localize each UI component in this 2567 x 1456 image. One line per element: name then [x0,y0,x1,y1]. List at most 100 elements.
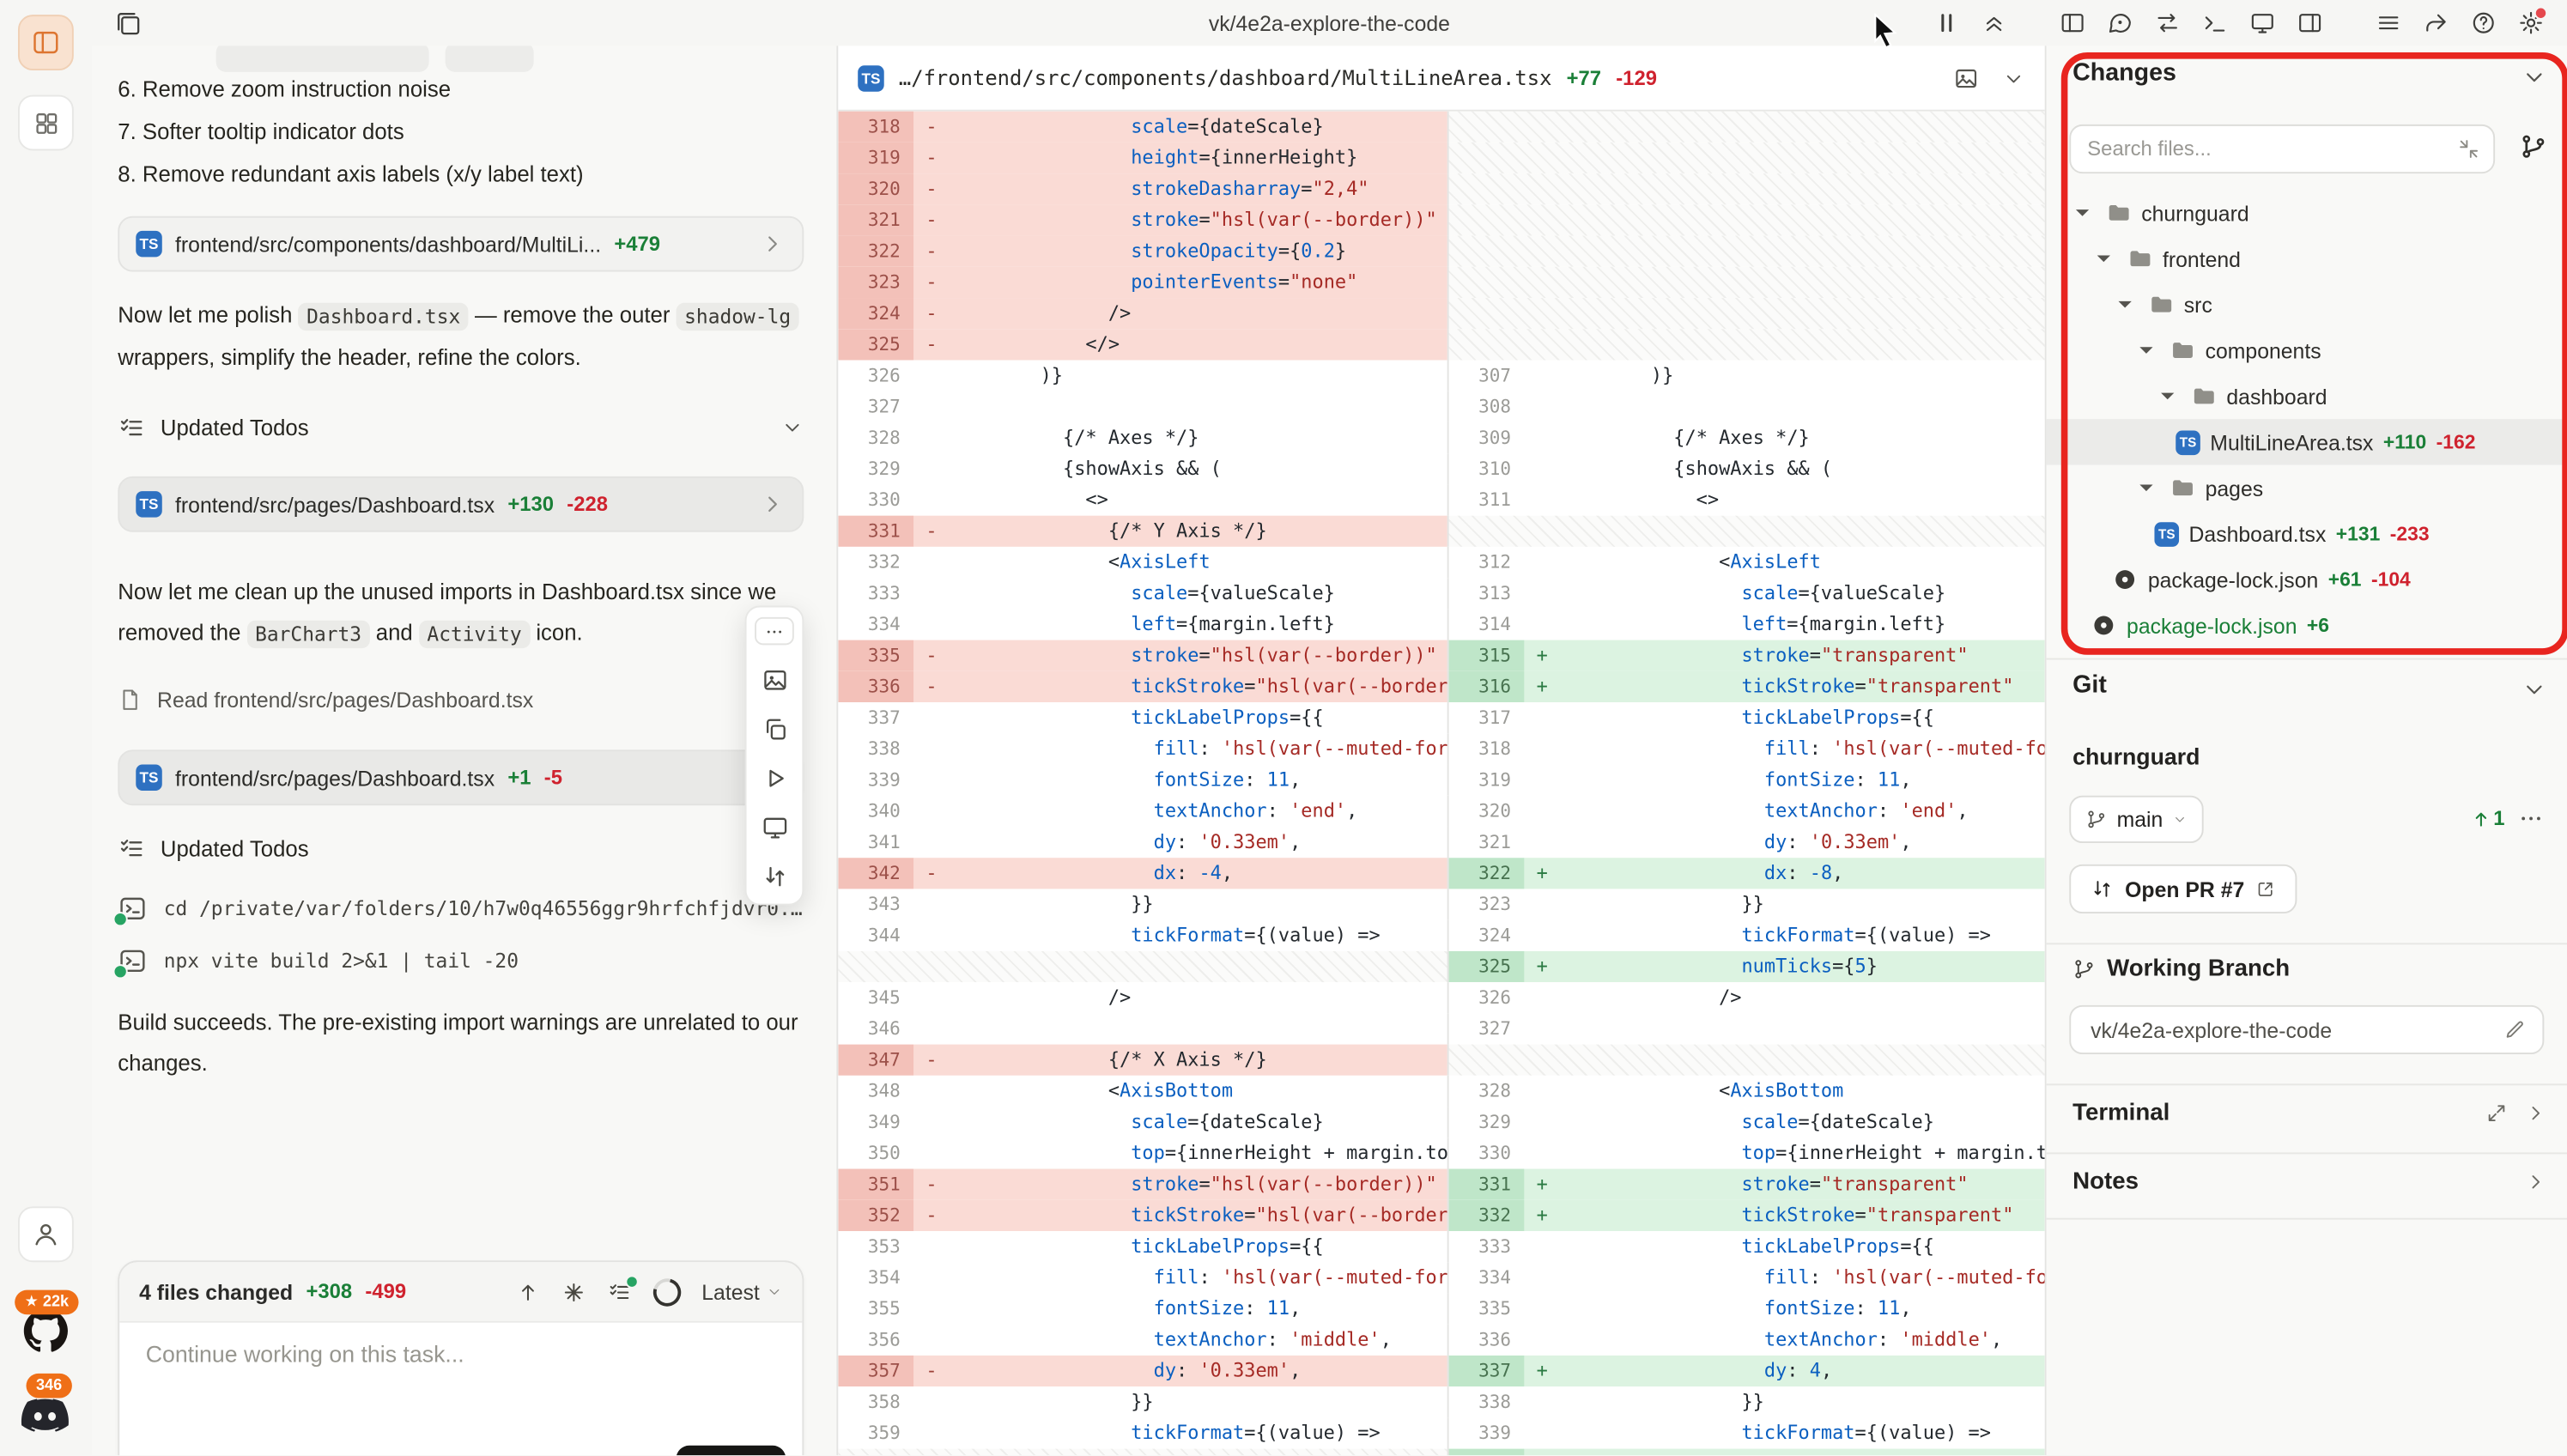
version-dropdown[interactable]: Latest [701,1279,782,1304]
diff-row: 328{/* Axes */}309{/* Axes */} [838,422,2044,453]
github-icon[interactable] [23,1308,69,1354]
working-branch-input[interactable] [2087,1016,2493,1043]
git-more-button[interactable] [2518,805,2545,832]
share-button[interactable] [2423,9,2449,36]
collapse-tree-icon[interactable] [2457,137,2480,161]
icon-rail: ★ 22k 346 [0,0,92,1456]
task-input[interactable] [143,1339,786,1368]
updated-todos-row[interactable]: Updated Todos [118,404,804,450]
account-button[interactable] [18,1207,74,1263]
diff-line: 354fill: 'hsl(var(--muted-foreground))', [838,1262,1447,1293]
tree-folder-components[interactable]: components [2047,327,2567,373]
tree-folder-frontend[interactable]: frontend [2047,236,2567,282]
diff-line [1447,143,2045,173]
divider [2047,1083,2567,1085]
sparkle-icon[interactable] [561,1279,586,1304]
board-button[interactable] [18,95,74,151]
chat-panel-toggle[interactable] [2107,9,2133,36]
chevron-right-icon[interactable] [2524,1101,2547,1125]
diff-line: 326/> [1447,982,2045,1013]
diff-row: 341dy: '0.33em',321dy: '0.33em', [838,827,2044,858]
diff-line: 327 [838,391,1447,422]
tree-folder-dashboard[interactable]: dashboard [2047,373,2567,419]
left-panel-toggle[interactable] [2060,9,2086,36]
discord-icon[interactable] [20,1392,70,1443]
collapse-all-button[interactable] [1981,9,2007,36]
diff-line: 330top={innerHeight + margin.top} [1447,1138,2045,1168]
help-button[interactable] [2470,9,2497,36]
tree-folder-churnguard[interactable]: churnguard [2047,190,2567,235]
pause-button[interactable] [1933,9,1960,36]
terminal-toggle[interactable] [2202,9,2229,36]
file-chip-dashboard-2[interactable]: TS frontend/src/pages/Dashboard.tsx +1 -… [118,749,804,805]
diff-line: 330<> [838,484,1447,515]
tree-item-name: dashboard [2226,384,2327,409]
image-diff-icon[interactable] [1953,64,1980,91]
right-panel-toggle[interactable] [2297,9,2323,36]
tree-file-package-lock.json[interactable]: package-lock.json+61-104 [2047,556,2567,602]
diff-line: 320-strokeDasharray="2,4" [838,173,1447,204]
diff-line: 335-stroke="hsl(var(--border))" [838,640,1447,671]
play-icon[interactable] [761,765,788,792]
file-chip-name: frontend/src/pages/Dashboard.tsx [175,765,495,790]
menu-button[interactable] [2376,9,2402,36]
branch-filter-icon[interactable] [2520,132,2547,160]
open-pr-button[interactable]: Open PR #7 [2069,864,2297,913]
copy-icon[interactable] [761,715,788,743]
swap-panels-button[interactable] [2154,9,2181,36]
changes-collapse-icon[interactable] [2521,64,2548,90]
diff-line: 329scale={dateScale} [1447,1107,2045,1138]
branch-selector[interactable]: main [2069,795,2204,842]
tree-folder-src[interactable]: src [2047,282,2567,327]
diff-line: 326)} [838,361,1447,391]
diff-line: 312<AxisLeft [1447,547,2045,578]
search-files-input[interactable] [2084,136,2447,162]
file-chip-multilinearea[interactable]: TS frontend/src/components/dashboard/Mul… [118,216,804,272]
tree-file-Dashboard.tsx[interactable]: TSDashboard.tsx+131-233 [2047,511,2567,556]
read-file-row[interactable]: Read frontend/src/pages/Dashboard.tsx [118,677,804,720]
diff-row: 351-stroke="hsl(var(--border))"331+strok… [838,1169,2044,1200]
diff-body[interactable]: 318-scale={dateScale}319-height={innerHe… [838,112,2044,1456]
file-chip-dashboard-1[interactable]: TS frontend/src/pages/Dashboard.tsx +130… [118,476,804,532]
chevron-down-icon[interactable] [2002,66,2025,89]
diff-line: 322-strokeOpacity={0.2} [838,236,1447,267]
settings-button[interactable] [2518,9,2545,36]
diff-line: 333tickLabelProps={{ [1447,1231,2045,1262]
diff-row: 339fontSize: 11,319fontSize: 11, [838,765,2044,796]
diff-row: 358}}338}} [838,1386,2044,1417]
branch-icon [2085,808,2107,829]
diff-line: 341dy: '0.33em', [838,827,1447,858]
diff-line: 327 [1447,1013,2045,1044]
expand-icon[interactable] [2485,1101,2509,1125]
send-button[interactable]: Send [677,1446,786,1456]
terminal-section-row[interactable]: Terminal [2072,1100,2547,1126]
tree-file-MultiLineArea.tsx[interactable]: TSMultiLineArea.tsx+110-162 [2047,419,2567,464]
todos-status-icon[interactable] [607,1279,632,1304]
folder-icon [2190,383,2217,410]
chevron-right-icon [760,491,786,518]
git-collapse-icon[interactable] [2521,676,2548,703]
drag-handle[interactable] [755,617,794,645]
pencil-icon[interactable] [2503,1018,2527,1041]
terminal-command-row[interactable]: npx vite build 2>&1 | tail -20 [118,940,804,983]
tree-file-package-lock.json[interactable]: package-lock.json+6 [2047,603,2567,648]
display-icon[interactable] [761,814,788,841]
diff-row: 318-scale={dateScale} [838,112,2044,143]
workspace-button[interactable] [18,15,74,70]
search-files-box [2069,124,2495,173]
tree-folder-pages[interactable]: pages [2047,465,2567,511]
terminal-command-row[interactable]: cd /private/var/folders/10/h7w0q46556ggr… [118,888,804,931]
chevron-right-icon[interactable] [2524,1170,2547,1193]
files-changed-bar[interactable]: 4 files changed +308 -499 Latest [119,1262,802,1323]
diff-row: 342-dx: -4,322+dx: -8, [838,858,2044,889]
commits-ahead[interactable]: 1 [2471,807,2505,830]
compare-icon[interactable] [761,863,788,890]
chat-panel: 6. Remove zoom instruction noise 7. Soft… [92,46,839,1456]
workspace-stack-icon[interactable] [114,9,142,36]
updated-todos-row[interactable]: Updated Todos [118,825,804,871]
screenshot-icon[interactable] [761,666,788,694]
notes-section-row[interactable]: Notes [2072,1169,2547,1196]
preview-toggle[interactable] [2249,9,2276,36]
diff-row: 326)}307)} [838,361,2044,391]
scroll-up-icon[interactable] [515,1279,540,1304]
